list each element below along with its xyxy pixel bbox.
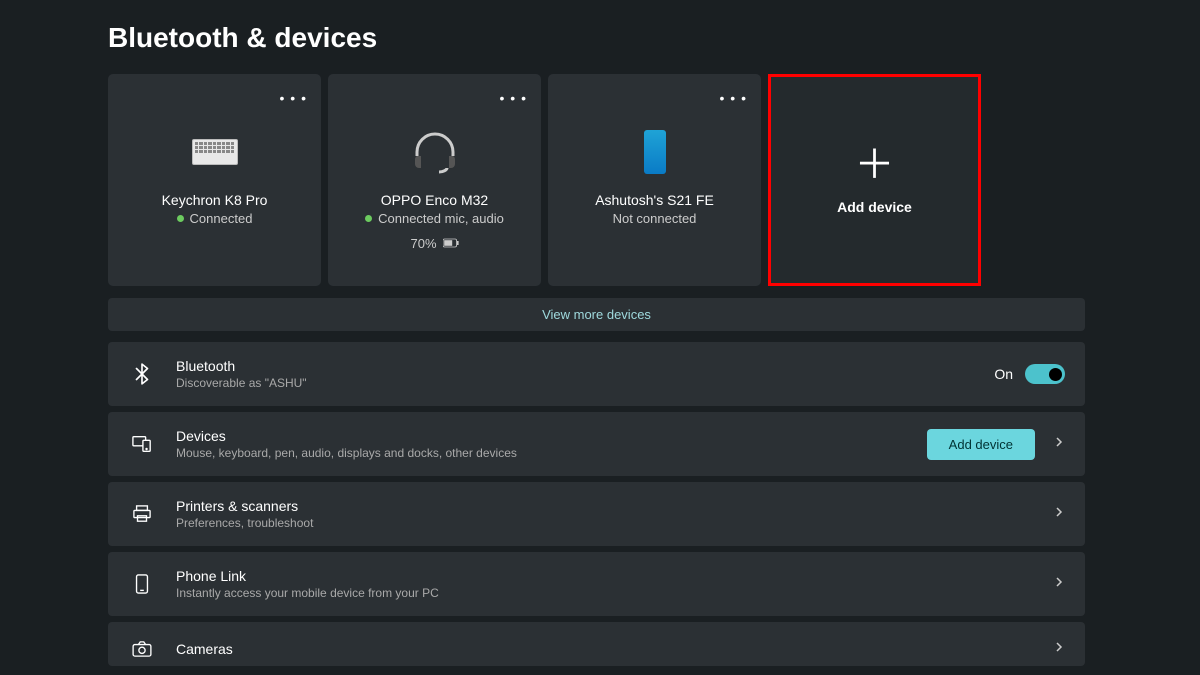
printer-icon [128, 505, 156, 523]
device-name: Keychron K8 Pro [162, 192, 268, 208]
setting-title: Devices [176, 428, 927, 444]
chevron-right-icon [1053, 640, 1065, 658]
phone-link-icon [128, 574, 156, 594]
printers-row[interactable]: Printers & scanners Preferences, trouble… [108, 482, 1085, 546]
devices-row[interactable]: Devices Mouse, keyboard, pen, audio, dis… [108, 412, 1085, 476]
status-dot-icon [365, 215, 372, 222]
view-more-devices-link[interactable]: View more devices [108, 298, 1085, 331]
battery-percent: 70% [410, 236, 436, 251]
more-icon[interactable]: • • • [280, 90, 307, 106]
cameras-row[interactable]: Cameras [108, 622, 1085, 666]
setting-title: Phone Link [176, 568, 1053, 584]
battery-icon [443, 236, 459, 251]
device-tile-keyboard[interactable]: • • • Keychron K8 Pro Connected [108, 74, 321, 286]
more-icon[interactable]: • • • [720, 90, 747, 106]
setting-subtitle: Mouse, keyboard, pen, audio, displays an… [176, 446, 927, 460]
chevron-right-icon [1053, 505, 1065, 523]
bluetooth-icon [128, 363, 156, 385]
setting-subtitle: Discoverable as "ASHU" [176, 376, 994, 390]
camera-icon [128, 641, 156, 657]
setting-title: Printers & scanners [176, 498, 1053, 514]
device-tile-headset[interactable]: • • • OPPO Enco M32 Connected mic, audio… [328, 74, 541, 286]
add-device-button[interactable]: Add device [927, 429, 1035, 460]
device-status: Not connected [613, 211, 697, 226]
headset-icon [411, 114, 459, 190]
phone-link-row[interactable]: Phone Link Instantly access your mobile … [108, 552, 1085, 616]
add-device-tile[interactable]: ＋ Add device [768, 74, 981, 286]
more-icon[interactable]: • • • [500, 90, 527, 106]
device-name: Ashutosh's S21 FE [595, 192, 714, 208]
device-status: Connected mic, audio [378, 211, 504, 226]
bluetooth-row: Bluetooth Discoverable as "ASHU" On [108, 342, 1085, 406]
phone-icon [644, 114, 666, 190]
add-device-label: Add device [837, 199, 912, 215]
setting-subtitle: Instantly access your mobile device from… [176, 586, 1053, 600]
devices-icon [128, 435, 156, 453]
status-dot-icon [177, 215, 184, 222]
setting-title: Cameras [176, 641, 1053, 657]
chevron-right-icon [1053, 435, 1065, 453]
page-title: Bluetooth & devices [0, 0, 1200, 74]
device-name: OPPO Enco M32 [381, 192, 488, 208]
toggle-state-label: On [994, 366, 1013, 382]
device-tiles: • • • Keychron K8 Pro Connected • • • OP… [108, 74, 1085, 286]
chevron-right-icon [1053, 575, 1065, 593]
setting-subtitle: Preferences, troubleshoot [176, 516, 1053, 530]
bluetooth-toggle[interactable] [1025, 364, 1065, 384]
device-tile-phone[interactable]: • • • Ashutosh's S21 FE Not connected [548, 74, 761, 286]
plus-icon: ＋ [855, 145, 895, 185]
device-status: Connected [190, 211, 253, 226]
setting-title: Bluetooth [176, 358, 994, 374]
keyboard-icon [192, 114, 238, 190]
